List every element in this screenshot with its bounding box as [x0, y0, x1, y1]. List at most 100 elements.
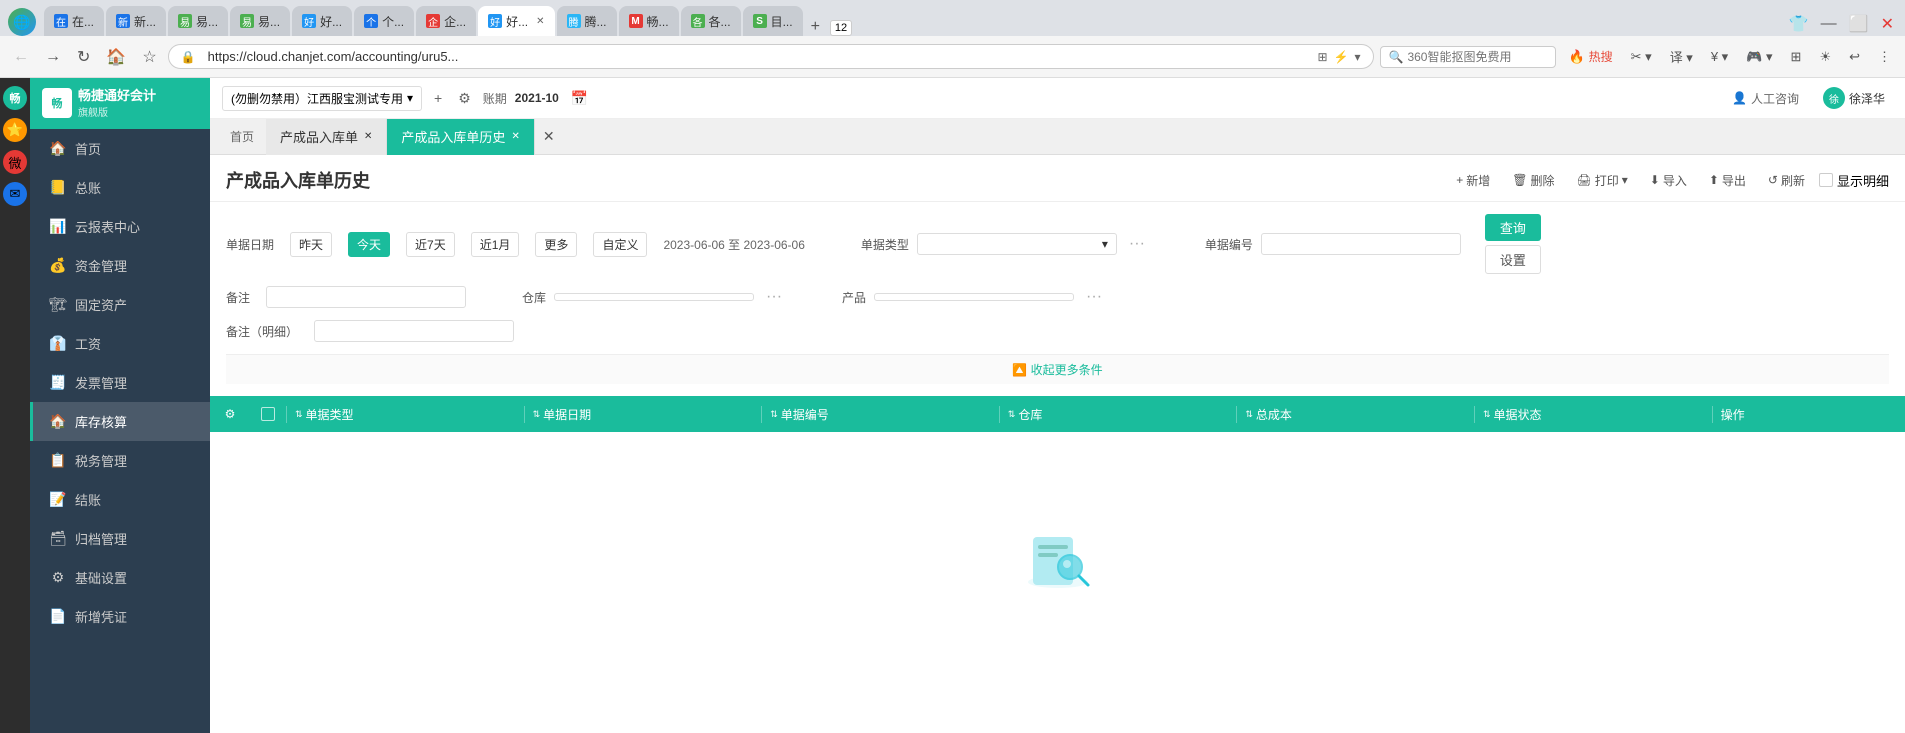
tab-history-close[interactable]: ✕: [511, 131, 519, 142]
close-window-button[interactable]: ✕: [1876, 12, 1899, 36]
maximize-button[interactable]: ⬜: [1844, 12, 1874, 36]
date-more-btn[interactable]: 更多: [535, 232, 577, 257]
calendar-button[interactable]: 📅: [567, 88, 592, 109]
sidebar-item-fixed-asset[interactable]: 🏗 固定资产: [30, 285, 210, 324]
url-input[interactable]: [208, 49, 1312, 64]
set-button[interactable]: 设置: [1485, 245, 1541, 274]
tab-3[interactable]: 易 易...: [168, 6, 228, 36]
sidebar-item-inventory[interactable]: 🏠 库存核算: [30, 402, 210, 441]
tab-10[interactable]: M 畅...: [619, 6, 679, 36]
chevron-down-icon[interactable]: ▾: [1354, 50, 1360, 64]
minimize-button[interactable]: —: [1816, 12, 1842, 36]
type-select[interactable]: ▾: [917, 233, 1117, 255]
tab-close-8[interactable]: ✕: [536, 16, 544, 27]
export-button[interactable]: ⬆ 导出: [1701, 168, 1754, 193]
warehouse-select[interactable]: [554, 293, 754, 301]
date-custom-btn[interactable]: 自定义: [593, 232, 647, 257]
refresh-button[interactable]: ↺ 刷新: [1760, 168, 1813, 193]
sidebar-item-tax[interactable]: 📋 税务管理: [30, 441, 210, 480]
translate-button[interactable]: 译 ▾: [1664, 44, 1699, 69]
theme-button[interactable]: ☀: [1813, 46, 1837, 68]
print-button[interactable]: 🖨 打印 ▾: [1568, 168, 1635, 193]
note-input[interactable]: [266, 286, 466, 308]
collapse-filters-button[interactable]: 🔼 收起更多条件: [226, 354, 1889, 384]
user-button[interactable]: 徐 徐泽华: [1815, 84, 1893, 112]
date-today-btn[interactable]: 今天: [348, 232, 390, 257]
note-detail-input[interactable]: [314, 320, 514, 342]
tab-1[interactable]: 在 在...: [44, 6, 104, 36]
tab-voucher-list[interactable]: 产成品入库单 ✕: [266, 119, 387, 155]
forward-button[interactable]: →: [40, 46, 66, 68]
sidebar-item-archive[interactable]: 🗃 归档管理: [30, 519, 210, 558]
sidebar-item-cloud-report[interactable]: 📊 云报表中心: [30, 207, 210, 246]
shirt-icon[interactable]: 👕: [1784, 12, 1814, 36]
th-cost[interactable]: ⇅ 总成本: [1236, 406, 1474, 423]
query-button[interactable]: 查询: [1485, 214, 1541, 241]
back-button[interactable]: ←: [8, 46, 34, 68]
sidebar-item-payroll[interactable]: 👔 工资: [30, 324, 210, 363]
tab-11[interactable]: 各 各...: [681, 6, 741, 36]
type-dots-button[interactable]: ···: [1125, 235, 1149, 253]
date-1month-btn[interactable]: 近1月: [471, 232, 520, 257]
th-warehouse[interactable]: ⇅ 仓库: [999, 406, 1237, 423]
tab-12[interactable]: S 目...: [743, 6, 803, 36]
tab-5[interactable]: 好 好...: [292, 6, 352, 36]
tab-6[interactable]: 个 个...: [354, 6, 414, 36]
more-settings-button[interactable]: ⋮: [1872, 46, 1897, 68]
import-button[interactable]: ⬇ 导入: [1642, 168, 1695, 193]
home-button[interactable]: 🏠: [101, 45, 131, 69]
scissors-button[interactable]: ✂ ▾: [1625, 46, 1658, 68]
lightning-icon[interactable]: ⚡: [1334, 50, 1349, 64]
product-dots-button[interactable]: ···: [1082, 288, 1106, 306]
game-button[interactable]: 🎮 ▾: [1740, 46, 1778, 68]
add-company-button[interactable]: +: [430, 88, 446, 108]
search-input-360[interactable]: [1407, 50, 1547, 64]
sidebar-item-close[interactable]: 📝 结账: [30, 480, 210, 519]
grid-icon[interactable]: ⊞: [1317, 50, 1327, 64]
hot-search-button[interactable]: 🔥 热搜: [1562, 46, 1618, 67]
tab-9[interactable]: 腾 腾...: [557, 6, 617, 36]
delete-button[interactable]: 🗑 删除: [1504, 168, 1562, 193]
apps-button[interactable]: ⊞: [1785, 46, 1808, 68]
company-selector[interactable]: (勿删勿禁用）江西服宝测试专用 ▾: [222, 86, 422, 111]
ql-star-icon[interactable]: ⭐: [3, 118, 27, 142]
close-all-tabs-button[interactable]: ✕: [535, 126, 563, 147]
browser-logo[interactable]: 🌐: [8, 8, 36, 36]
date-7days-btn[interactable]: 近7天: [406, 232, 455, 257]
show-detail-checkbox[interactable]: [1819, 173, 1833, 187]
warehouse-dots-button[interactable]: ···: [762, 288, 786, 306]
service-button[interactable]: 👤 人工咨询: [1724, 87, 1807, 110]
reload-button[interactable]: ↻: [72, 45, 95, 69]
th-status[interactable]: ⇅ 单据状态: [1474, 406, 1712, 423]
th-no[interactable]: ⇅ 单据编号: [761, 406, 999, 423]
sidebar-item-fund[interactable]: 💰 资金管理: [30, 246, 210, 285]
new-tab-button[interactable]: +: [805, 18, 826, 36]
tab-7[interactable]: 企 企...: [416, 6, 476, 36]
sidebar-item-invoice[interactable]: 🧾 发票管理: [30, 363, 210, 402]
bookmark-button[interactable]: ☆: [137, 45, 161, 69]
ql-chanjet-icon[interactable]: 畅: [3, 86, 27, 110]
back-arrow-button[interactable]: ↩: [1843, 46, 1866, 68]
tab-4[interactable]: 易 易...: [230, 6, 290, 36]
sidebar-item-new-entry[interactable]: 📄 新增凭证: [30, 597, 210, 636]
tab-list-close[interactable]: ✕: [364, 131, 372, 142]
select-all-checkbox[interactable]: [261, 407, 275, 421]
tab-history[interactable]: 产成品入库单历史 ✕: [387, 119, 534, 155]
ql-weibo-icon[interactable]: 微: [3, 150, 27, 174]
currency-button[interactable]: ¥ ▾: [1705, 46, 1734, 68]
sidebar-item-ledger[interactable]: 📒 总账: [30, 168, 210, 207]
ql-mail-icon[interactable]: ✉: [3, 182, 27, 206]
sidebar-item-basic-settings[interactable]: ⚙ 基础设置: [30, 558, 210, 597]
sidebar-item-home[interactable]: 🏠 首页: [30, 129, 210, 168]
date-yesterday-btn[interactable]: 昨天: [290, 232, 332, 257]
tab-2[interactable]: 新 新...: [106, 6, 166, 36]
th-checkbox[interactable]: [250, 407, 286, 421]
th-date[interactable]: ⇅ 单据日期: [524, 406, 762, 423]
th-settings[interactable]: ⚙: [210, 407, 250, 421]
tab-8[interactable]: 好 好... ✕: [478, 6, 554, 36]
voucherno-input[interactable]: [1261, 233, 1461, 255]
account-settings-button[interactable]: ⚙: [454, 88, 475, 109]
new-record-button[interactable]: + 新增: [1448, 168, 1498, 193]
th-type[interactable]: ⇅ 单据类型: [286, 406, 524, 423]
product-select[interactable]: [874, 293, 1074, 301]
